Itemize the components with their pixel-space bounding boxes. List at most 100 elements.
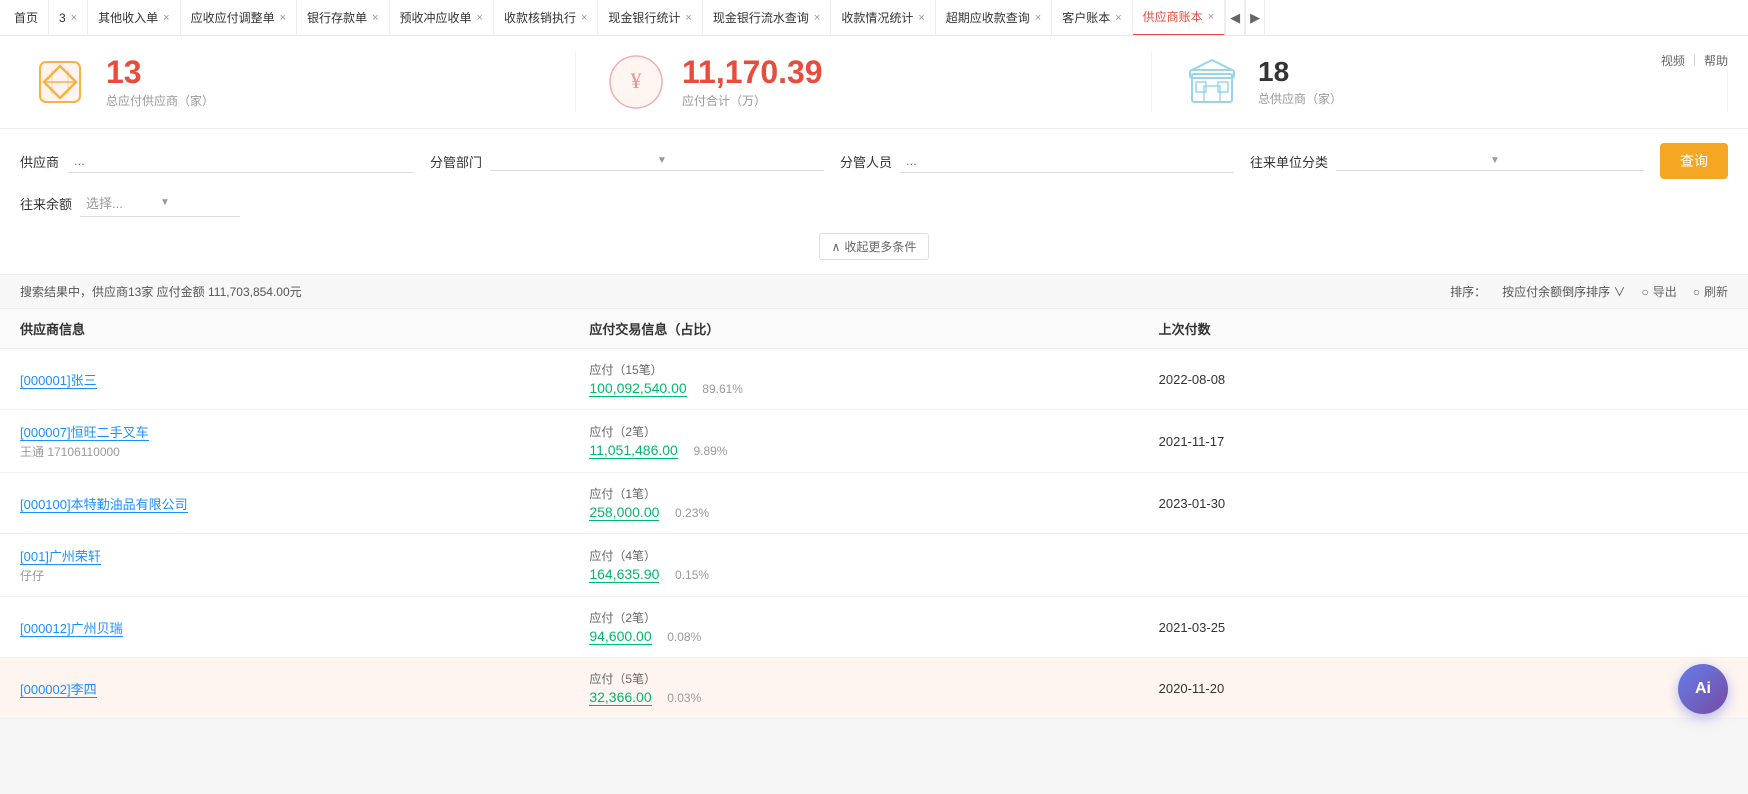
supplier-input[interactable] [68, 149, 414, 173]
refresh-icon: ○ [1693, 285, 1700, 299]
col-header-transaction: 应付交易信息（占比） [589, 319, 1158, 338]
close-icon[interactable]: × [1035, 12, 1041, 24]
sort-select[interactable]: 按应付余额倒序排序 ∨ [1502, 283, 1625, 300]
close-icon[interactable]: × [477, 12, 483, 24]
nav-tab-other-income[interactable]: 其他收入单 × [88, 0, 180, 36]
supplier-link[interactable]: [001]广州荣轩 [20, 549, 101, 565]
results-bar: 搜索结果中，供应商13家 应付金额 111,703,854.00元 排序： 按应… [0, 275, 1748, 309]
supplier-link[interactable]: [000002]李四 [20, 682, 97, 698]
nav-tab-supplier-account[interactable]: 供应商账本 × [1133, 0, 1225, 36]
sort-label: 排序： [1450, 283, 1486, 300]
supplier-cell: [000100]本特勤油品有限公司 [20, 494, 589, 513]
collapse-button[interactable]: ∧ 收起更多条件 [819, 233, 930, 260]
filter-dept: 分管部门 ▼ [430, 151, 824, 171]
supplier-sub: 王通 17106110000 [20, 443, 589, 460]
ai-button[interactable]: Ai [1678, 664, 1728, 714]
video-link[interactable]: 视频 [1661, 52, 1685, 69]
close-icon[interactable]: × [814, 12, 820, 24]
col-header-supplier: 供应商信息 [20, 319, 589, 338]
nav-tab-ap-adjust[interactable]: 应收应付调整单 × [181, 0, 297, 36]
supplier-link[interactable]: [000001]张三 [20, 373, 97, 389]
tx-amount-row: 11,051,486.00 9.89% [589, 442, 1158, 459]
close-icon[interactable]: × [372, 12, 378, 24]
refresh-button[interactable]: ○ 刷新 [1693, 283, 1728, 300]
table-row: [000002]李四 应付（5笔） 32,366.00 0.03% 2020-1… [0, 658, 1748, 719]
supplier-link[interactable]: [000007]恒旺二手叉车 [20, 425, 149, 441]
help-link[interactable]: 帮助 [1704, 52, 1728, 69]
tx-pct: 0.23% [675, 506, 709, 520]
category-label: 往来单位分类 [1250, 152, 1328, 171]
collapse-up-icon: ∧ [832, 240, 841, 254]
tx-amount-link[interactable]: 100,092,540.00 [589, 380, 686, 397]
supplier-cell: [000012]广州贝瑞 [20, 618, 589, 637]
close-icon[interactable]: × [918, 12, 924, 24]
export-button[interactable]: ○ 导出 [1641, 283, 1676, 300]
close-icon[interactable]: × [581, 12, 587, 24]
nav-tab-ap-adjust-label: 应收应付调整单 [191, 9, 275, 26]
transaction-cell: 应付（2笔） 94,600.00 0.08% [589, 609, 1158, 645]
nav-tab-prepay[interactable]: 预收冲应收单 × [390, 0, 494, 36]
dept-select[interactable]: ▼ [490, 151, 824, 171]
stat-number-suppliers: 13 [106, 56, 214, 88]
supplier-cell: [001]广州荣轩 仔仔 [20, 546, 589, 584]
nav-arrow-left[interactable]: ◀ [1225, 0, 1245, 36]
last-payment-cell: 2020-11-20 [1159, 681, 1728, 696]
table-row: [000007]恒旺二手叉车 王通 17106110000 应付（2笔） 11,… [0, 410, 1748, 473]
nav-tab-bank-deposit[interactable]: 银行存款单 × [297, 0, 389, 36]
nav-tab-overdue[interactable]: 超期应收款查询 × [936, 0, 1052, 36]
supplier-link[interactable]: [000100]本特勤油品有限公司 [20, 497, 188, 513]
chevron-down-icon: ▼ [160, 197, 234, 208]
tx-amount-link[interactable]: 164,635.90 [589, 566, 659, 583]
last-payment-cell: 2022-08-08 [1159, 372, 1728, 387]
top-navigation: 首页 3 × 其他收入单 × 应收应付调整单 × 银行存款单 × 预收冲应收单 … [0, 0, 1748, 36]
stat-info-total-suppliers: 18 总供应商（家） [1258, 58, 1342, 107]
tx-amount-row: 258,000.00 0.23% [589, 504, 1158, 521]
export-label: 导出 [1653, 283, 1677, 300]
diamond-icon [30, 52, 90, 112]
nav-tab-supplier-account-label: 供应商账本 [1143, 8, 1203, 25]
person-input[interactable] [900, 149, 1234, 173]
nav-tab-cash-bank-stats[interactable]: 现金银行统计 × [598, 0, 702, 36]
tx-amount-link[interactable]: 32,366.00 [589, 689, 651, 706]
nav-tab-home[interactable]: 首页 [4, 0, 49, 36]
close-icon[interactable]: × [1115, 12, 1121, 24]
dept-label: 分管部门 [430, 152, 482, 171]
supplier-link[interactable]: [000012]广州贝瑞 [20, 621, 123, 637]
nav-tab-cash-bank-flow[interactable]: 现金银行流水查询 × [703, 0, 831, 36]
tx-amount-link[interactable]: 94,600.00 [589, 628, 651, 645]
category-select[interactable]: ▼ [1336, 151, 1644, 171]
transaction-cell: 应付（5笔） 32,366.00 0.03% [589, 670, 1158, 706]
filter-row-2: 往来余额 选择... ▼ [20, 189, 1728, 217]
tx-amount-link[interactable]: 11,051,486.00 [589, 442, 678, 459]
tx-amount-link[interactable]: 258,000.00 [589, 504, 659, 521]
tx-pct: 89.61% [702, 382, 743, 396]
stat-info-suppliers: 13 总应付供应商（家） [106, 56, 214, 109]
nav-arrow-right[interactable]: ▶ [1245, 0, 1265, 36]
close-icon[interactable]: × [685, 12, 691, 24]
nav-tab-prepay-label: 预收冲应收单 [400, 9, 472, 26]
close-icon[interactable]: × [1208, 11, 1214, 23]
chevron-down-icon: ▼ [1490, 155, 1638, 166]
ai-button-label: Ai [1695, 680, 1711, 698]
nav-tab-collection-exec[interactable]: 收款核销执行 × [494, 0, 598, 36]
nav-tab-3[interactable]: 3 × [49, 0, 88, 36]
nav-tab-customer-account[interactable]: 客户账本 × [1052, 0, 1132, 36]
balance-select[interactable]: 选择... ▼ [80, 189, 240, 217]
svg-text:¥: ¥ [631, 68, 642, 93]
tx-label: 应付（2笔） [589, 423, 1158, 440]
nav-tab-collection-stats[interactable]: 收款情况统计 × [831, 0, 935, 36]
store-icon [1182, 52, 1242, 112]
results-actions: 排序： 按应付余额倒序排序 ∨ ○ 导出 ○ 刷新 [1450, 283, 1728, 300]
last-payment-cell: 2023-01-30 [1159, 496, 1728, 511]
close-icon[interactable]: × [280, 12, 286, 24]
query-button[interactable]: 查询 [1660, 143, 1728, 179]
balance-select-placeholder: 选择... [86, 193, 160, 212]
nav-tab-home-label: 首页 [14, 9, 38, 26]
tx-pct: 0.03% [667, 691, 701, 705]
last-payment-cell: 2021-11-17 [1159, 434, 1728, 449]
refresh-label: 刷新 [1704, 283, 1728, 300]
filter-person: 分管人员 [840, 149, 1234, 173]
close-icon[interactable]: × [163, 12, 169, 24]
nav-tab-other-income-label: 其他收入单 [98, 9, 158, 26]
close-icon[interactable]: × [71, 12, 77, 24]
